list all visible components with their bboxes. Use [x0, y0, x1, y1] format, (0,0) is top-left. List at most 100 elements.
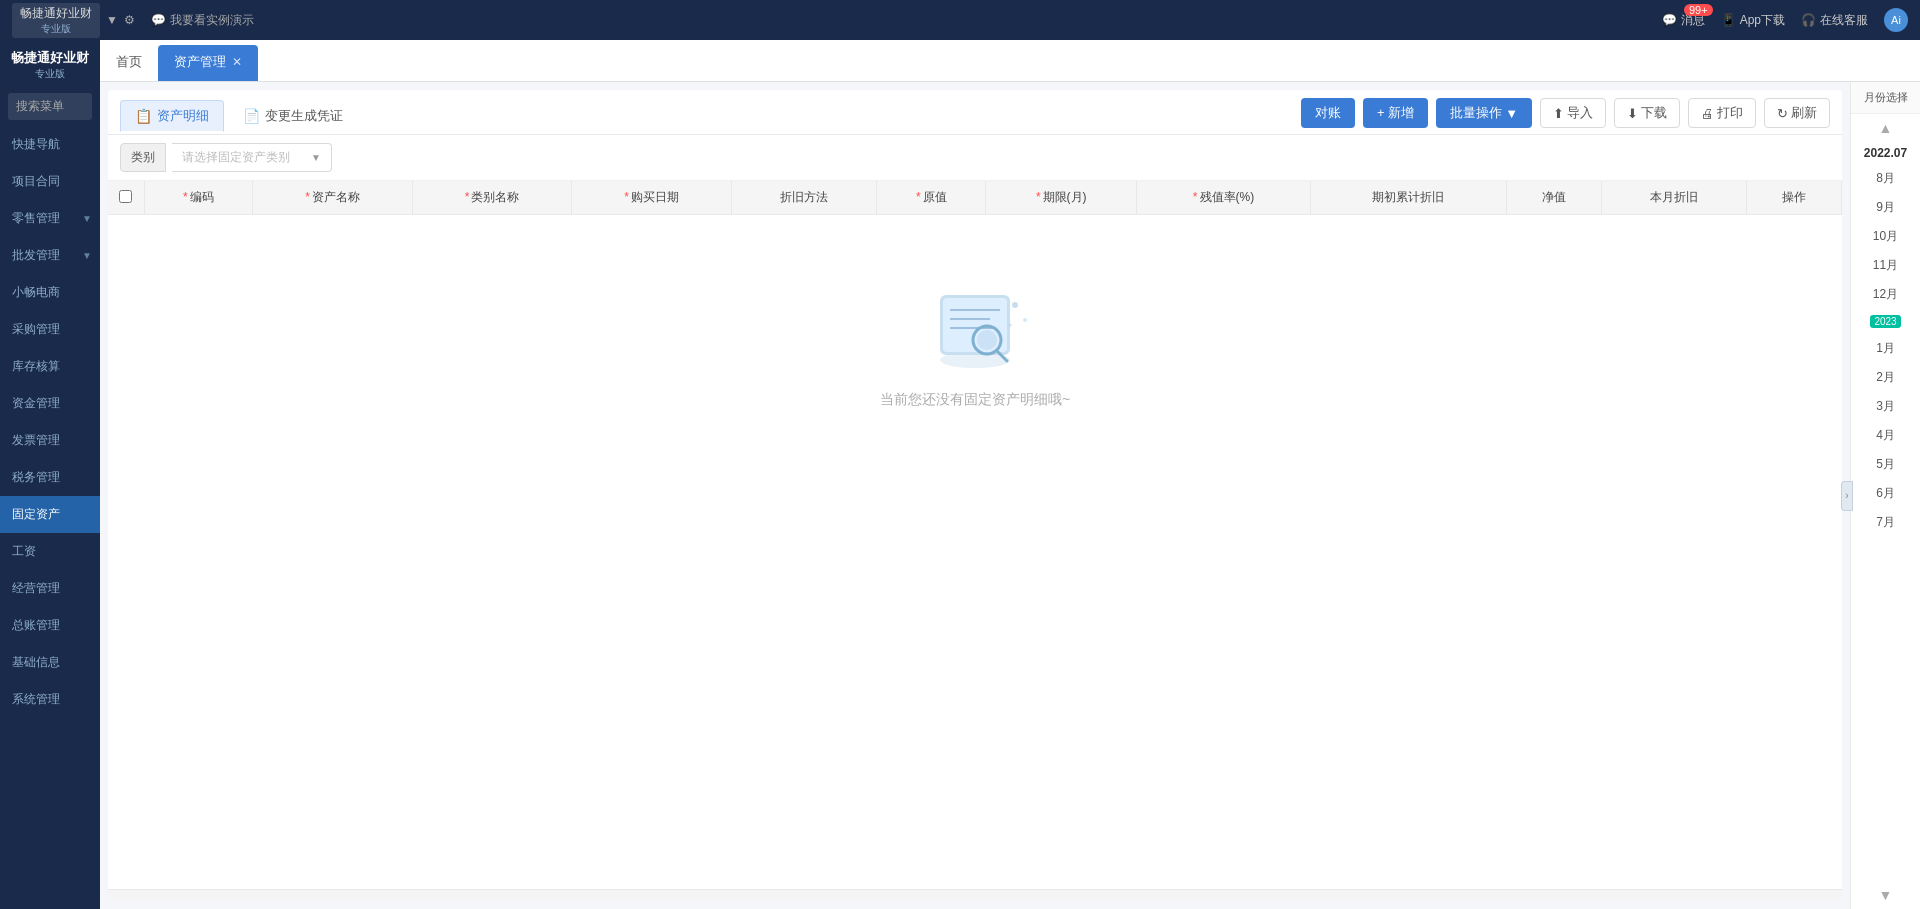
category-select[interactable]: 请选择固定资产类别 ▼	[172, 143, 332, 172]
tab-home[interactable]: 首页	[100, 45, 158, 81]
sidebar-item-basic-info[interactable]: 基础信息	[0, 644, 100, 681]
print-button[interactable]: 🖨 打印	[1688, 98, 1756, 128]
current-year-display: 2022.07	[1851, 142, 1920, 164]
sidebar: 畅捷通好业财 专业版 搜索菜单 快捷导航 项目合同 零售管理 ▼ 批发管理 ▼ …	[0, 40, 100, 909]
search-menu-button[interactable]: 搜索菜单	[8, 93, 92, 120]
refresh-button[interactable]: ↻ 刷新	[1764, 98, 1830, 128]
asset-table: *编码 *资产名称 *类别名称 *购买日期 折旧方法 *原值 *期限(月) *残…	[108, 181, 1842, 215]
empty-state: 当前您还没有固定资产明细哦~	[108, 215, 1842, 469]
month-panel-collapse-button[interactable]: ›	[1841, 481, 1853, 511]
top-bar: 畅捷通好业财 专业版 ▼ ⚙ 💬 我要看实例演示 💬 消息 99+ 📱 App下…	[0, 0, 1920, 40]
month-item-4[interactable]: 4月	[1851, 421, 1920, 450]
month-up-arrow[interactable]: ▲	[1851, 114, 1920, 142]
chevron-down-icon: ▼	[1505, 106, 1518, 121]
svg-point-9	[1012, 302, 1018, 308]
settings-icon[interactable]: ⚙	[124, 13, 135, 27]
page-content: 📋 资产明细 📄 变更生成凭证 对账 + 新增 批量操作 ▼	[100, 82, 1920, 909]
sidebar-item-retail[interactable]: 零售管理 ▼	[0, 200, 100, 237]
month-item-8[interactable]: 8月	[1851, 164, 1920, 193]
refresh-icon: ↻	[1777, 106, 1788, 121]
chevron-down-icon: ▼	[311, 152, 321, 163]
table-header-row: *编码 *资产名称 *类别名称 *购买日期 折旧方法 *原值 *期限(月) *残…	[108, 181, 1842, 215]
svg-point-11	[1009, 324, 1012, 327]
col-operation: 操作	[1747, 181, 1842, 215]
filter-bar: 类别 请选择固定资产类别 ▼	[108, 135, 1842, 181]
category-filter[interactable]: 类别 请选择固定资产类别 ▼	[120, 143, 332, 172]
download-button[interactable]: ⬇ 下载	[1614, 98, 1680, 128]
sidebar-item-general-ledger[interactable]: 总账管理	[0, 607, 100, 644]
month-down-arrow[interactable]: ▼	[1851, 881, 1920, 909]
horizontal-scrollbar[interactable]	[108, 889, 1842, 901]
tab-bar: 首页 资产管理 ✕	[100, 40, 1920, 82]
sidebar-item-quicknav[interactable]: 快捷导航	[0, 126, 100, 163]
month-item-2[interactable]: 2月	[1851, 363, 1920, 392]
reconcile-button[interactable]: 对账	[1301, 98, 1355, 128]
add-button[interactable]: + 新增	[1363, 98, 1428, 128]
app-title: 畅捷通好业财	[8, 50, 92, 67]
sidebar-item-invoice[interactable]: 发票管理	[0, 422, 100, 459]
company-info: 畅捷通好业财 专业版 ▼ ⚙ 💬 我要看实例演示	[12, 3, 254, 38]
col-period: *期限(月)	[986, 181, 1137, 215]
chevron-down-icon: ▼	[82, 250, 92, 261]
sidebar-item-fixed-assets[interactable]: 固定资产	[0, 496, 100, 533]
month-item-1[interactable]: 1月	[1851, 334, 1920, 363]
sidebar-item-system[interactable]: 系统管理	[0, 681, 100, 718]
sidebar-item-operation[interactable]: 经营管理	[0, 570, 100, 607]
sidebar-logo: 畅捷通好业财 专业版	[0, 40, 100, 87]
main-panel: 📋 资产明细 📄 变更生成凭证 对账 + 新增 批量操作 ▼	[108, 90, 1842, 901]
sub-tab-change-voucher[interactable]: 📄 变更生成凭证	[228, 100, 358, 132]
edition-label: 专业版	[20, 22, 92, 36]
month-item-10[interactable]: 10月	[1851, 222, 1920, 251]
col-purchase-date: *购买日期	[572, 181, 731, 215]
month-item-7-2023[interactable]: 7月	[1851, 508, 1920, 537]
month-item-12[interactable]: 12月	[1851, 280, 1920, 309]
select-all-checkbox[interactable]	[119, 190, 132, 203]
col-monthly-depreciation: 本月折旧	[1601, 181, 1746, 215]
chevron-down-icon: ▼	[82, 213, 92, 224]
month-item-6[interactable]: 6月	[1851, 479, 1920, 508]
tab-close-icon[interactable]: ✕	[232, 55, 242, 69]
col-accumulated: 期初累计折旧	[1310, 181, 1506, 215]
col-depreciation-method: 折旧方法	[731, 181, 876, 215]
empty-text: 当前您还没有固定资产明细哦~	[880, 391, 1070, 409]
import-button[interactable]: ⬆ 导入	[1540, 98, 1606, 128]
sidebar-item-batch[interactable]: 批发管理 ▼	[0, 237, 100, 274]
sub-tab-bar: 📋 资产明细 📄 变更生成凭证 对账 + 新增 批量操作 ▼	[108, 90, 1842, 135]
month-panel: › 月份选择 ▲ 2022.07 8月 9月 10月 11月 12月 2023 …	[1850, 82, 1920, 909]
table-wrap: *编码 *资产名称 *类别名称 *购买日期 折旧方法 *原值 *期限(月) *残…	[108, 181, 1842, 889]
print-icon: 🖨	[1701, 106, 1714, 121]
sidebar-item-finance[interactable]: 资金管理	[0, 385, 100, 422]
main-layout: 畅捷通好业财 专业版 搜索菜单 快捷导航 项目合同 零售管理 ▼ 批发管理 ▼ …	[0, 40, 1920, 909]
avatar[interactable]: Ai	[1884, 8, 1908, 32]
app-edition: 专业版	[8, 67, 92, 81]
month-item-11[interactable]: 11月	[1851, 251, 1920, 280]
month-item-3[interactable]: 3月	[1851, 392, 1920, 421]
tab-asset-management[interactable]: 资产管理 ✕	[158, 45, 258, 81]
message-button[interactable]: 💬 消息 99+	[1662, 12, 1705, 29]
col-residual-rate: *残值率(%)	[1137, 181, 1311, 215]
online-service-button[interactable]: 🎧 在线客服	[1801, 12, 1868, 29]
sidebar-item-inventory[interactable]: 库存核算	[0, 348, 100, 385]
svg-point-10	[1023, 318, 1027, 322]
sidebar-item-tax[interactable]: 税务管理	[0, 459, 100, 496]
month-panel-header: 月份选择	[1851, 82, 1920, 114]
sidebar-search-area[interactable]: 搜索菜单	[0, 87, 100, 126]
batch-operation-button[interactable]: 批量操作 ▼	[1436, 98, 1532, 128]
company-name[interactable]: 畅捷通好业财 专业版	[12, 3, 100, 38]
app-download-button[interactable]: 📱 App下载	[1721, 12, 1785, 29]
col-code: *编码	[144, 181, 253, 215]
month-item-5[interactable]: 5月	[1851, 450, 1920, 479]
company-dropdown[interactable]: ▼	[106, 13, 118, 27]
sidebar-item-ecommerce[interactable]: 小畅电商	[0, 274, 100, 311]
message-count: 99+	[1684, 4, 1713, 16]
demo-link[interactable]: 💬 我要看实例演示	[151, 12, 254, 29]
sub-tab-asset-detail[interactable]: 📋 资产明细	[120, 100, 224, 132]
select-all-checkbox-header[interactable]	[108, 181, 144, 215]
content-area: 首页 资产管理 ✕ 📋 资产明细 📄 变更生成凭证	[100, 40, 1920, 909]
sidebar-item-salary[interactable]: 工资	[0, 533, 100, 570]
sidebar-item-project[interactable]: 项目合同	[0, 163, 100, 200]
sidebar-item-purchase[interactable]: 采购管理	[0, 311, 100, 348]
month-item-9[interactable]: 9月	[1851, 193, 1920, 222]
top-bar-right: 💬 消息 99+ 📱 App下载 🎧 在线客服 Ai	[1662, 8, 1908, 32]
col-net-value: 净值	[1506, 181, 1601, 215]
